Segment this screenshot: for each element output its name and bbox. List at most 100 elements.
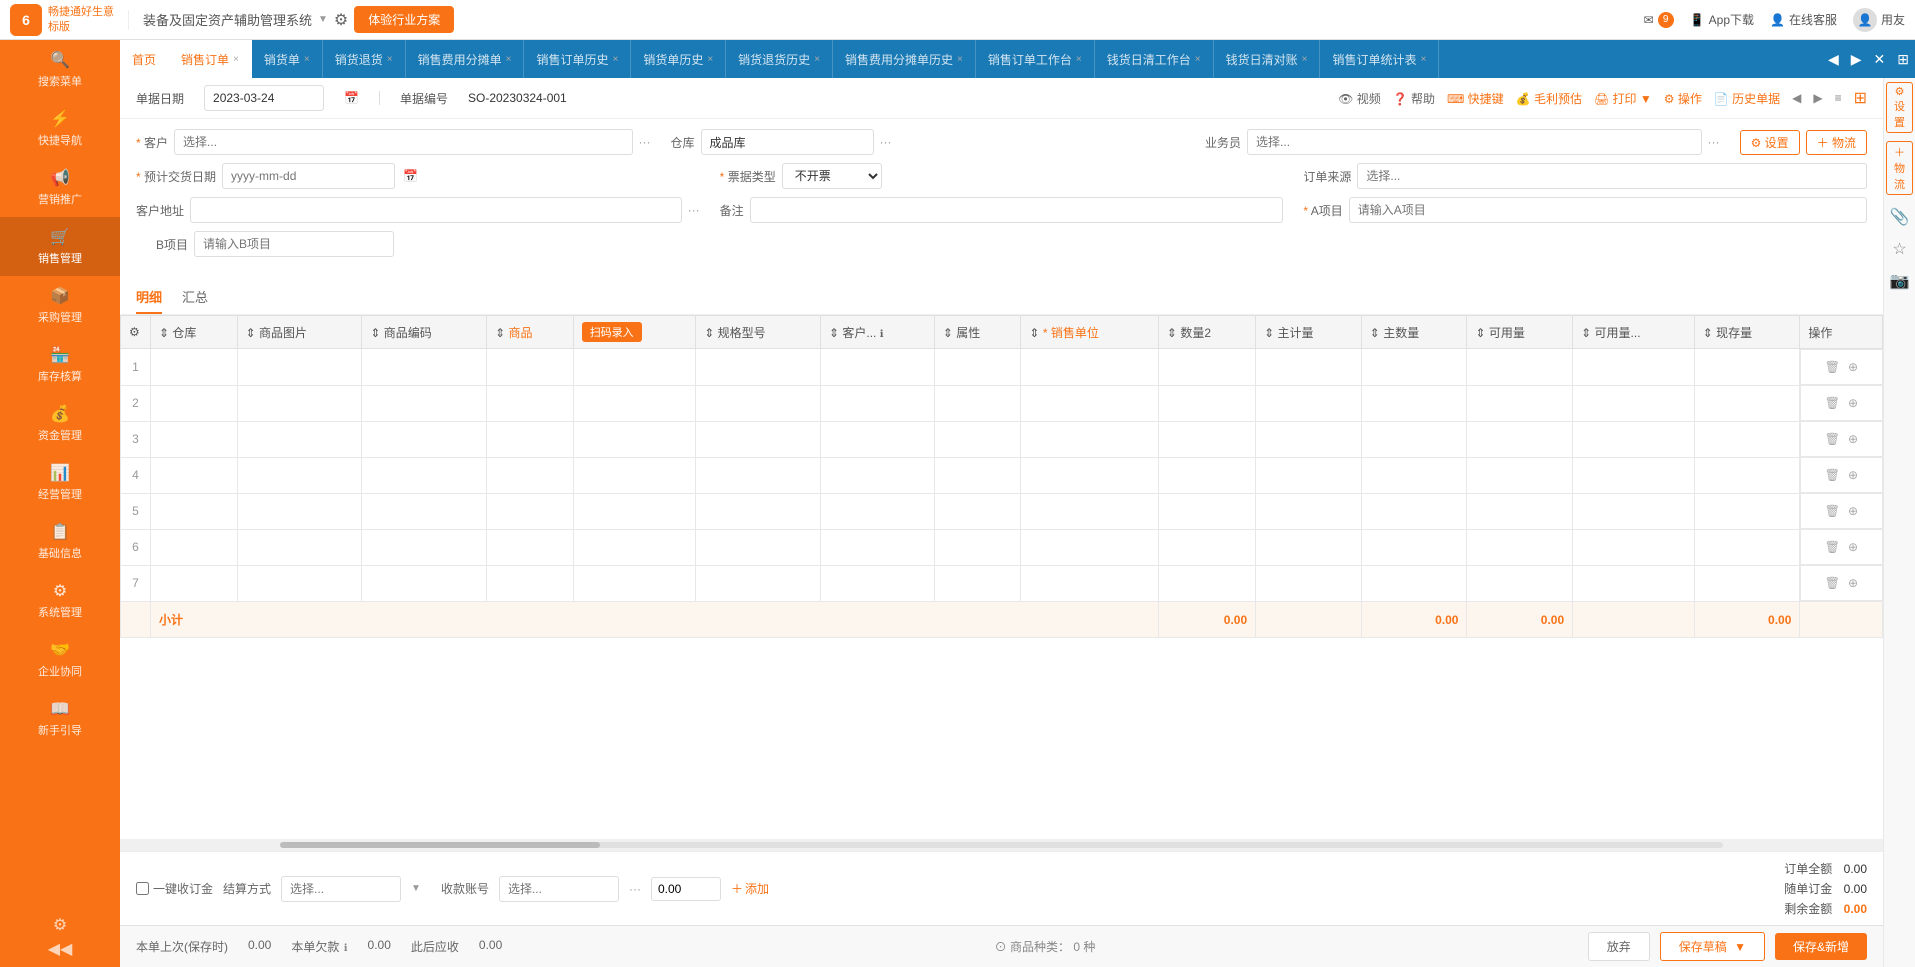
row-3-custcode[interactable] [820,421,934,457]
horizontal-scrollbar[interactable] [120,839,1883,851]
scroll-thumb[interactable] [280,842,600,848]
logistics-btn[interactable]: ＋ 物流 [1806,130,1867,155]
row-2-warehouse[interactable] [151,385,238,421]
tab-order-workbench[interactable]: 销售订单工作台 × [976,40,1095,78]
row-4-mainqty[interactable] [1361,457,1467,493]
row-5-spec[interactable] [696,493,821,529]
tab-close-reconcile[interactable]: × [1302,54,1308,65]
row-6-copy-icon[interactable]: ⊕ [1848,540,1858,554]
row-7-product[interactable] [487,565,574,602]
tab-close-stats[interactable]: × [1420,54,1426,65]
remarks-input[interactable] [750,197,1284,223]
row-7-delete-icon[interactable]: 🗑 [1825,576,1840,590]
row-3-mainqty[interactable] [1361,421,1467,457]
row-6-attrs[interactable] [934,529,1021,565]
operations-link[interactable]: ⚙ 操作 [1664,90,1702,107]
row-1-delete-icon[interactable]: 🗑 [1825,360,1840,374]
sidebar-item-cooperation[interactable]: 🤝 企业协同 [0,630,120,689]
payment-amount-input[interactable] [651,877,721,901]
sidebar-item-operations[interactable]: 📊 经营管理 [0,453,120,512]
date-picker-icon[interactable]: 📅 [403,169,418,183]
row-3-delete-icon[interactable]: 🗑 [1825,432,1840,446]
row-2-custcode[interactable] [820,385,934,421]
row-5-copy-icon[interactable]: ⊕ [1848,504,1858,518]
row-7-code[interactable] [362,565,487,602]
row-2-copy-icon[interactable]: ⊕ [1848,396,1858,410]
row-4-delete-icon[interactable]: 🗑 [1825,468,1840,482]
row-6-product[interactable] [487,529,574,565]
product-icon[interactable]: ⊙ [995,940,1007,954]
tab-close-goods-history[interactable]: × [707,54,713,65]
row-5-warehouse[interactable] [151,493,238,529]
tab-expense-history[interactable]: 销售费用分摊单历史 × [833,40,976,78]
tab-sales-stats[interactable]: 销售订单统计表 × [1320,40,1439,78]
tab-close-sales-goods[interactable]: × [304,54,310,65]
row-2-mainqty[interactable] [1361,385,1467,421]
payment-checkbox[interactable] [136,882,149,895]
invoice-type-select[interactable]: 不开票 [782,163,882,189]
col-gear[interactable]: ⚙ [121,316,151,349]
account-input[interactable] [499,876,619,902]
row-3-copy-icon[interactable]: ⊕ [1848,432,1858,446]
settings-icon[interactable]: ⚙ [334,10,348,30]
row-7-spec[interactable] [696,565,821,602]
scan-button[interactable]: 扫码录入 [582,322,642,342]
solution-button[interactable]: 体验行业方案 [354,6,454,33]
tab-more-btn[interactable]: ✕ [1868,51,1892,68]
save-draft-dropdown-icon[interactable]: ▼ [1734,940,1746,954]
tab-daily-reconcile[interactable]: 钱货日清对账 × [1214,40,1321,78]
sidebar-item-sales[interactable]: 🛒 销售管理 [0,217,120,276]
row-5-attrs[interactable] [934,493,1021,529]
profit-forecast-link[interactable]: 💰 毛利预估 [1516,90,1582,107]
customer-input[interactable] [174,129,632,155]
row-7-mainqty[interactable] [1361,565,1467,602]
right-star-icon[interactable]: ☆ [1888,235,1910,263]
tab-home[interactable]: 首页 [120,40,169,78]
row-3-product[interactable] [487,421,574,457]
row-6-salesunit[interactable] [1021,529,1159,565]
row-2-salesunit[interactable] [1021,385,1159,421]
row-7-attrs[interactable] [934,565,1021,602]
tab-sales-return[interactable]: 销货退货 × [323,40,406,78]
right-attachment-icon[interactable]: 📎 [1886,203,1914,231]
tab-close-expense-history[interactable]: × [957,54,963,65]
sidebar-item-marketing[interactable]: 📢 营销推广 [0,158,120,217]
grid-view-icon[interactable]: ⊞ [1854,88,1867,108]
row-4-spec[interactable] [696,457,821,493]
order-source-input[interactable] [1357,163,1867,189]
account-more-btn[interactable]: ··· [629,882,641,896]
warehouse-input[interactable] [701,129,874,155]
row-1-attrs[interactable] [934,349,1021,386]
current-info-icon[interactable]: ℹ [344,943,348,954]
sidebar-item-search[interactable]: 🔍 搜索菜单 [0,40,120,99]
tab-sales-goods[interactable]: 销货单 × [252,40,323,78]
row-4-copy-icon[interactable]: ⊕ [1848,468,1858,482]
tab-close-sales-return[interactable]: × [387,54,393,65]
tab-close-daily[interactable]: × [1195,54,1201,65]
row-3-attrs[interactable] [934,421,1021,457]
row-2-qty2[interactable] [1158,385,1255,421]
tab-prev-btn[interactable]: ◀ [1822,51,1845,68]
list-view-icon[interactable]: ≡ [1835,91,1842,105]
sidebar-item-inventory[interactable]: 🏪 库存核算 [0,335,120,394]
one-click-payment-checkbox[interactable]: 一键收订金 [136,880,213,897]
online-support-link[interactable]: 👤 在线客服 [1770,11,1837,28]
right-settings-btn[interactable]: ⚙设置 [1886,82,1913,133]
row-4-code[interactable] [362,457,487,493]
sidebar-item-quicknav[interactable]: ⚡ 快捷导航 [0,99,120,158]
settlement-input[interactable] [281,876,401,902]
nav-next-icon[interactable]: ▶ [1813,91,1822,105]
sub-tab-detail[interactable]: 明细 [136,283,162,314]
print-link[interactable]: 🖨 打印 ▼ [1594,90,1652,107]
calendar-icon[interactable]: 📅 [344,91,359,105]
delivery-date-input[interactable] [222,163,395,189]
row-4-product[interactable] [487,457,574,493]
right-logistics-btn[interactable]: ＋物流 [1886,141,1913,195]
salesperson-input[interactable] [1247,129,1702,155]
sidebar-item-system[interactable]: ⚙ 系统管理 [0,571,120,630]
row-7-salesunit[interactable] [1021,565,1159,602]
tab-goods-history[interactable]: 销货单历史 × [631,40,726,78]
row-7-qty2[interactable] [1158,565,1255,602]
row-3-warehouse[interactable] [151,421,238,457]
row-5-product[interactable] [487,493,574,529]
